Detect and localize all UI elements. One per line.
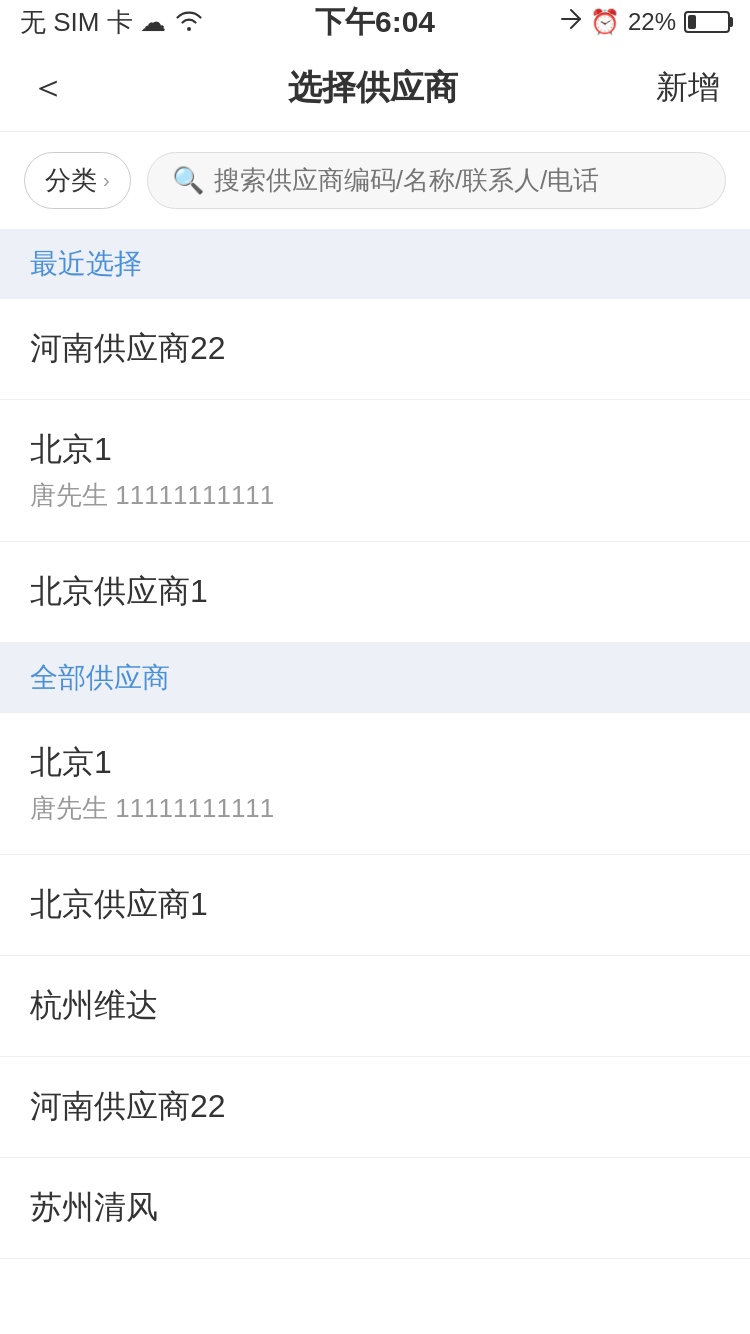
location-icon <box>560 8 582 36</box>
list-item[interactable]: 河南供应商22 <box>0 299 750 400</box>
list-item[interactable]: 苏州清风 <box>0 1158 750 1259</box>
search-box[interactable]: 🔍 <box>147 152 726 209</box>
search-input[interactable] <box>214 165 701 196</box>
add-button[interactable]: 新增 <box>656 66 720 110</box>
nav-bar: ＜ 选择供应商 新增 <box>0 44 750 132</box>
list-item[interactable]: 北京1 唐先生 11111111111 <box>0 400 750 542</box>
filter-bar: 分类 › 🔍 <box>0 132 750 229</box>
supplier-sub: 唐先生 11111111111 <box>30 791 720 826</box>
battery-text: 22% <box>628 8 676 36</box>
supplier-name: 北京1 <box>30 741 720 785</box>
status-right: ⏰ 22% <box>560 8 730 36</box>
list-item[interactable]: 北京供应商1 <box>0 542 750 643</box>
supplier-name: 河南供应商22 <box>30 327 720 371</box>
recent-section-header: 最近选择 <box>0 229 750 299</box>
supplier-name: 北京供应商1 <box>30 570 720 614</box>
wifi-icon <box>174 7 204 38</box>
alarm-icon: ⏰ <box>590 8 620 36</box>
page-title: 选择供应商 <box>288 65 458 111</box>
all-section-header: 全部供应商 <box>0 643 750 713</box>
list-item[interactable]: 北京1 唐先生 11111111111 <box>0 713 750 855</box>
category-label: 分类 <box>45 163 97 198</box>
recent-section: 最近选择 河南供应商22 北京1 唐先生 11111111111 北京供应商1 <box>0 229 750 643</box>
back-button[interactable]: ＜ <box>30 63 90 112</box>
battery-icon <box>684 11 730 33</box>
supplier-name: 北京1 <box>30 428 720 472</box>
chevron-right-icon: › <box>103 169 110 192</box>
status-left: 无 SIM 卡 ☁ <box>20 5 204 40</box>
list-item[interactable]: 杭州维达 <box>0 956 750 1057</box>
supplier-name: 苏州清风 <box>30 1186 720 1230</box>
status-bar: 无 SIM 卡 ☁ 下午6:04 ⏰ 22% <box>0 0 750 44</box>
status-time: 下午6:04 <box>315 2 435 43</box>
supplier-sub: 唐先生 11111111111 <box>30 478 720 513</box>
all-suppliers-section: 全部供应商 北京1 唐先生 11111111111 北京供应商1 杭州维达 河南… <box>0 643 750 1259</box>
list-item[interactable]: 河南供应商22 <box>0 1057 750 1158</box>
sim-status: 无 SIM 卡 ☁ <box>20 5 166 40</box>
category-button[interactable]: 分类 › <box>24 152 131 209</box>
list-item[interactable]: 北京供应商1 <box>0 855 750 956</box>
supplier-name: 杭州维达 <box>30 984 720 1028</box>
supplier-name: 河南供应商22 <box>30 1085 720 1129</box>
supplier-name: 北京供应商1 <box>30 883 720 927</box>
search-icon: 🔍 <box>172 165 204 196</box>
